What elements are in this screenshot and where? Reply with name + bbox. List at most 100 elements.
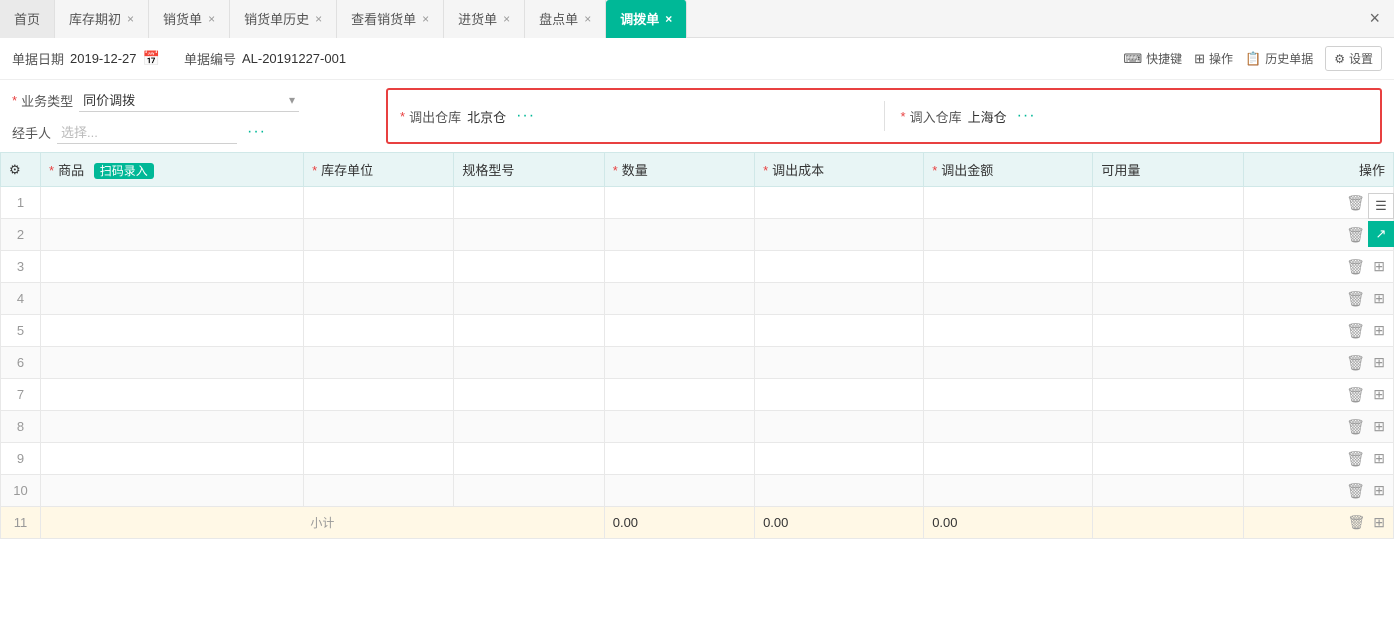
amount-cell[interactable] [924, 347, 1093, 379]
spec-cell[interactable] [454, 283, 604, 315]
delete-row-icon[interactable]: 🗑 [1346, 418, 1365, 436]
available-cell[interactable] [1093, 315, 1243, 347]
settings-button[interactable]: ⚙ 设置 [1325, 46, 1382, 71]
note-float-button[interactable]: ☰ [1368, 193, 1394, 219]
available-cell[interactable] [1093, 411, 1243, 443]
cost-cell[interactable] [755, 379, 924, 411]
delete-row-icon[interactable]: 🗑 [1346, 450, 1365, 468]
product-cell[interactable] [41, 219, 304, 251]
tab-purchase[interactable]: 进货单 × [444, 0, 525, 38]
copy-icon[interactable]: ⊞ [1373, 514, 1385, 531]
delete-row-icon[interactable]: 🗑 [1346, 290, 1365, 308]
delete-row-icon[interactable]: 🗑 [1346, 386, 1365, 404]
cost-cell[interactable] [755, 475, 924, 507]
handler-more-dots[interactable]: ··· [247, 123, 266, 141]
tab-sales-history-close[interactable]: × [315, 12, 322, 26]
handler-input[interactable]: 选择... [57, 120, 237, 144]
available-cell[interactable] [1093, 251, 1243, 283]
window-close-button[interactable]: × [1355, 8, 1394, 29]
cost-cell[interactable] [755, 315, 924, 347]
unit-cell[interactable] [304, 315, 454, 347]
qty-cell[interactable] [604, 219, 754, 251]
qty-cell[interactable] [604, 251, 754, 283]
spec-cell[interactable] [454, 187, 604, 219]
copy-row-icon[interactable]: ⊞ [1373, 354, 1385, 371]
spec-cell[interactable] [454, 475, 604, 507]
shortcut-action[interactable]: ⌨ 快捷键 [1123, 50, 1182, 67]
operation-action[interactable]: ⊞ 操作 [1194, 50, 1233, 67]
unit-cell[interactable] [304, 379, 454, 411]
unit-cell[interactable] [304, 187, 454, 219]
product-cell[interactable] [41, 283, 304, 315]
qty-cell[interactable] [604, 347, 754, 379]
amount-cell[interactable] [924, 283, 1093, 315]
amount-cell[interactable] [924, 251, 1093, 283]
unit-cell[interactable] [304, 443, 454, 475]
product-cell[interactable] [41, 443, 304, 475]
spec-cell[interactable] [454, 379, 604, 411]
cost-cell[interactable] [755, 347, 924, 379]
history-action[interactable]: 📋 历史单据 [1245, 50, 1313, 67]
qty-cell[interactable] [604, 315, 754, 347]
tab-inventory-init-close[interactable]: × [127, 12, 134, 26]
tab-purchase-close[interactable]: × [503, 12, 510, 26]
spec-cell[interactable] [454, 411, 604, 443]
cost-cell[interactable] [755, 283, 924, 315]
delete-row-icon[interactable]: 🗑 [1346, 226, 1365, 244]
unit-cell[interactable] [304, 347, 454, 379]
product-cell[interactable] [41, 315, 304, 347]
out-warehouse-value[interactable]: 北京仓 [467, 107, 506, 126]
amount-cell[interactable] [924, 187, 1093, 219]
unit-cell[interactable] [304, 411, 454, 443]
tab-transfer-close[interactable]: × [665, 12, 672, 26]
tab-inventory-init[interactable]: 库存期初 × [55, 0, 149, 38]
product-cell[interactable] [41, 475, 304, 507]
cost-cell[interactable] [755, 411, 924, 443]
spec-cell[interactable] [454, 251, 604, 283]
tab-sales-history[interactable]: 销货单历史 × [230, 0, 337, 38]
spec-cell[interactable] [454, 315, 604, 347]
delete-row-icon[interactable]: 🗑 [1346, 258, 1365, 276]
available-cell[interactable] [1093, 443, 1243, 475]
tab-home[interactable]: 首页 [0, 0, 55, 38]
product-cell[interactable] [41, 187, 304, 219]
product-cell[interactable] [41, 379, 304, 411]
cost-cell[interactable] [755, 219, 924, 251]
tab-view-sales[interactable]: 查看销货单 × [337, 0, 444, 38]
spec-cell[interactable] [454, 443, 604, 475]
export-float-button[interactable]: ↗ [1368, 221, 1394, 247]
amount-cell[interactable] [924, 475, 1093, 507]
cost-cell[interactable] [755, 443, 924, 475]
out-warehouse-dots[interactable]: ··· [516, 107, 535, 125]
in-warehouse-dots[interactable]: ··· [1017, 107, 1036, 125]
amount-cell[interactable] [924, 443, 1093, 475]
spec-cell[interactable] [454, 347, 604, 379]
unit-cell[interactable] [304, 219, 454, 251]
available-cell[interactable] [1093, 187, 1243, 219]
product-cell[interactable] [41, 251, 304, 283]
in-warehouse-value[interactable]: 上海仓 [968, 107, 1007, 126]
delete-icon[interactable]: 🗑 [1347, 514, 1365, 531]
tab-transfer[interactable]: 调拨单 × [606, 0, 687, 38]
qty-cell[interactable] [604, 475, 754, 507]
copy-row-icon[interactable]: ⊞ [1373, 482, 1385, 499]
unit-cell[interactable] [304, 475, 454, 507]
qty-cell[interactable] [604, 411, 754, 443]
amount-cell[interactable] [924, 379, 1093, 411]
available-cell[interactable] [1093, 475, 1243, 507]
scan-button[interactable]: 扫码录入 [94, 163, 154, 179]
tab-view-sales-close[interactable]: × [422, 12, 429, 26]
tab-sales-order[interactable]: 销货单 × [149, 0, 230, 38]
available-cell[interactable] [1093, 283, 1243, 315]
qty-cell[interactable] [604, 379, 754, 411]
copy-row-icon[interactable]: ⊞ [1373, 418, 1385, 435]
cost-cell[interactable] [755, 251, 924, 283]
biz-type-select[interactable]: 同价调拨 ▾ [79, 88, 299, 112]
unit-cell[interactable] [304, 283, 454, 315]
available-cell[interactable] [1093, 219, 1243, 251]
tab-inventory-count[interactable]: 盘点单 × [525, 0, 606, 38]
qty-cell[interactable] [604, 443, 754, 475]
spec-cell[interactable] [454, 219, 604, 251]
product-cell[interactable] [41, 411, 304, 443]
qty-cell[interactable] [604, 187, 754, 219]
